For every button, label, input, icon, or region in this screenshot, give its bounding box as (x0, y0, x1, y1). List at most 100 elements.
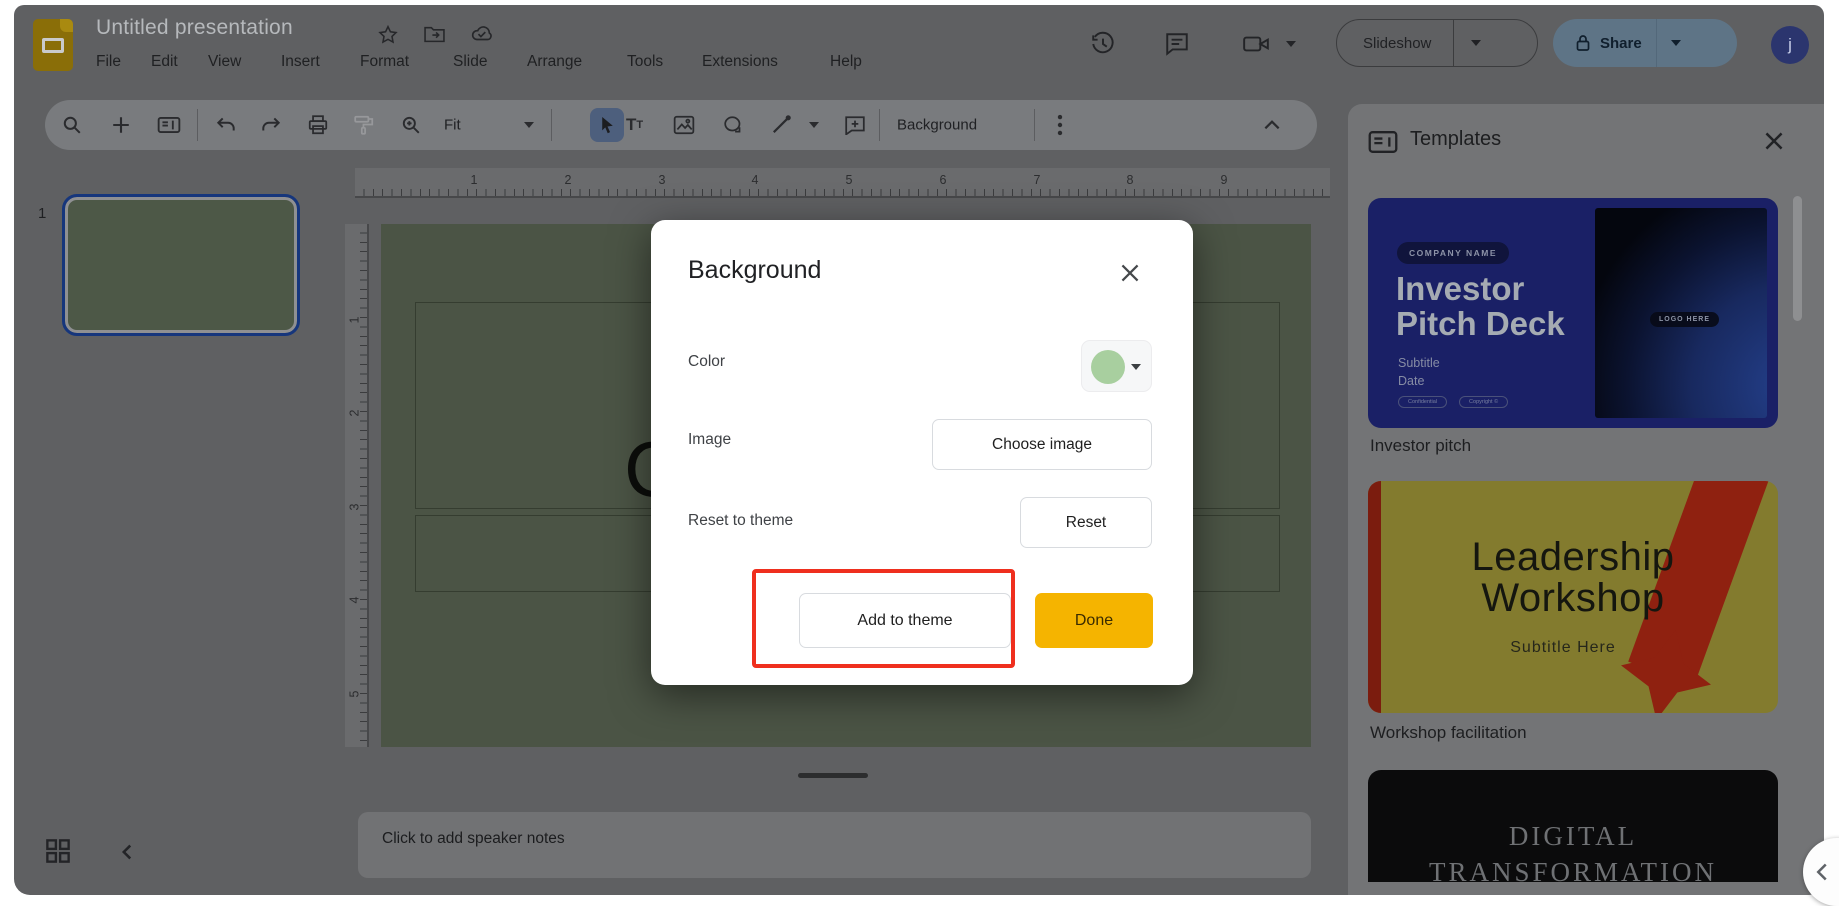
menu-file[interactable]: File (96, 53, 121, 71)
chevron-left-icon (1816, 863, 1827, 881)
collapse-filmstrip-chevron-left-icon[interactable] (118, 843, 136, 861)
ruler-tick: 1 (470, 173, 478, 187)
share-button[interactable]: Share (1553, 19, 1737, 67)
panel-scrollbar[interactable] (1793, 196, 1802, 321)
menu-insert[interactable]: Insert (281, 53, 320, 71)
ruler-tick: 5 (347, 690, 362, 698)
slides-logo-icon[interactable] (33, 19, 73, 71)
template-subtitle: Subtitle Date (1398, 356, 1440, 389)
ruler-tick: 6 (939, 173, 947, 187)
move-folder-icon[interactable] (424, 25, 445, 45)
more-options-icon[interactable] (1057, 114, 1063, 136)
avatar[interactable]: j (1771, 26, 1809, 64)
ruler-tick: 9 (1220, 173, 1228, 187)
insert-line-icon[interactable] (771, 115, 791, 135)
menu-help[interactable]: Help (830, 53, 862, 71)
ruler-tick: 4 (347, 596, 362, 604)
template-caption: Workshop facilitation (1370, 723, 1527, 742)
line-chevron-down-icon[interactable] (809, 122, 819, 128)
undo-icon[interactable] (215, 115, 237, 135)
comments-icon[interactable] (1164, 31, 1190, 57)
choose-image-button[interactable]: Choose image (932, 419, 1152, 470)
annotation-highlight-box (752, 569, 1015, 668)
template-title: DIGITAL TRANSFORMATION (1428, 821, 1718, 882)
slide-number: 1 (38, 205, 47, 222)
templates-icon (1368, 130, 1398, 154)
zoom-icon[interactable] (401, 115, 421, 135)
ruler-tick: 1 (347, 316, 362, 324)
close-panel-icon[interactable] (1763, 130, 1785, 152)
grid-view-icon[interactable] (45, 838, 71, 864)
logo-here-pill: LOGO HERE (1650, 312, 1720, 327)
redo-icon[interactable] (260, 115, 282, 135)
print-icon[interactable] (307, 114, 329, 136)
ruler-tick: 5 (845, 173, 853, 187)
color-swatch (1091, 350, 1125, 384)
template-card-leadership-workshop[interactable]: Leadership Workshop Subtitle Here (1368, 481, 1778, 713)
zoom-select[interactable]: Fit (444, 117, 461, 134)
insert-image-icon[interactable] (673, 115, 695, 135)
menu-view[interactable]: View (208, 53, 241, 71)
slideshow-chevron-down-icon[interactable] (1471, 40, 1482, 46)
ruler-tick: 3 (658, 173, 666, 187)
ruler-tick: 4 (751, 173, 759, 187)
close-dialog-icon[interactable] (1119, 262, 1141, 284)
ruler-tick: 8 (1126, 173, 1134, 187)
swatch-chevron-down-icon (1131, 364, 1141, 370)
menu-format[interactable]: Format (360, 53, 409, 71)
color-row-label: Color (688, 353, 726, 370)
menu-slide[interactable]: Slide (453, 53, 487, 71)
share-label: Share (1600, 34, 1642, 52)
collapse-toolbar-icon[interactable] (1262, 118, 1282, 132)
menu-arrange[interactable]: Arrange (527, 53, 582, 71)
insert-comment-icon[interactable] (844, 115, 866, 135)
template-tag: Copyright © (1459, 396, 1509, 408)
insert-shape-icon[interactable] (723, 115, 745, 135)
background-toolbar-button[interactable]: Background (897, 117, 977, 134)
template-caption: Investor pitch (1370, 436, 1472, 455)
share-chevron-down-icon[interactable] (1670, 40, 1681, 46)
template-title: Leadership Workshop (1471, 535, 1675, 620)
background-color-picker[interactable] (1081, 340, 1152, 392)
meet-chevron-down-icon[interactable] (1286, 41, 1296, 47)
search-icon[interactable] (62, 115, 82, 135)
ruler-tick: 2 (347, 409, 362, 417)
template-card-digital-transformation[interactable]: DIGITAL TRANSFORMATION (1368, 770, 1778, 882)
company-name-pill: COMPANY NAME (1397, 242, 1510, 264)
slideshow-button[interactable]: Slideshow (1336, 19, 1538, 67)
document-title[interactable]: Untitled presentation (96, 16, 293, 40)
menu-edit[interactable]: Edit (151, 53, 178, 71)
meet-video-icon[interactable] (1242, 31, 1270, 57)
templates-panel: Templates LOGO HERE COMPANY NAME Investo… (1348, 104, 1824, 895)
template-title: Investor Pitch Deck (1396, 270, 1565, 342)
done-button[interactable]: Done (1035, 593, 1153, 648)
version-history-icon[interactable] (1090, 31, 1116, 57)
templates-panel-title: Templates (1410, 128, 1502, 150)
star-icon[interactable] (378, 25, 398, 45)
menu-tools[interactable]: Tools (627, 53, 663, 71)
speaker-notes[interactable]: Click to add speaker notes (358, 812, 1311, 878)
image-row-label: Image (688, 431, 732, 448)
slide-thumbnail-selected[interactable] (62, 194, 300, 336)
main-toolbar: Fit TT Background (45, 100, 1317, 150)
horizontal-ruler: 1 2 3 4 5 6 7 8 9 (355, 168, 1330, 198)
reset-row-label: Reset to theme (688, 512, 794, 529)
add-slide-icon[interactable] (111, 115, 131, 135)
cloud-status-icon[interactable] (471, 25, 493, 45)
zoom-chevron-down-icon[interactable] (524, 122, 534, 128)
notes-resize-handle[interactable] (798, 773, 868, 778)
ruler-tick: 3 (347, 503, 362, 511)
text-box-icon[interactable]: TT (626, 115, 643, 135)
template-tag: Confidential (1398, 396, 1448, 408)
filmstrip-view-icon[interactable] (157, 115, 181, 135)
template-card-investor-pitch[interactable]: LOGO HERE COMPANY NAME Investor Pitch De… (1368, 198, 1778, 428)
vertical-ruler: 1 2 3 4 5 (345, 224, 369, 747)
select-tool-active[interactable] (590, 108, 624, 142)
reset-button[interactable]: Reset (1020, 497, 1152, 548)
speaker-notes-placeholder: Click to add speaker notes (382, 830, 565, 847)
paint-format-icon[interactable] (353, 114, 375, 136)
slideshow-label: Slideshow (1363, 34, 1432, 52)
lock-icon (1575, 34, 1591, 52)
ruler-tick: 2 (564, 173, 572, 187)
menu-extensions[interactable]: Extensions (702, 53, 778, 71)
